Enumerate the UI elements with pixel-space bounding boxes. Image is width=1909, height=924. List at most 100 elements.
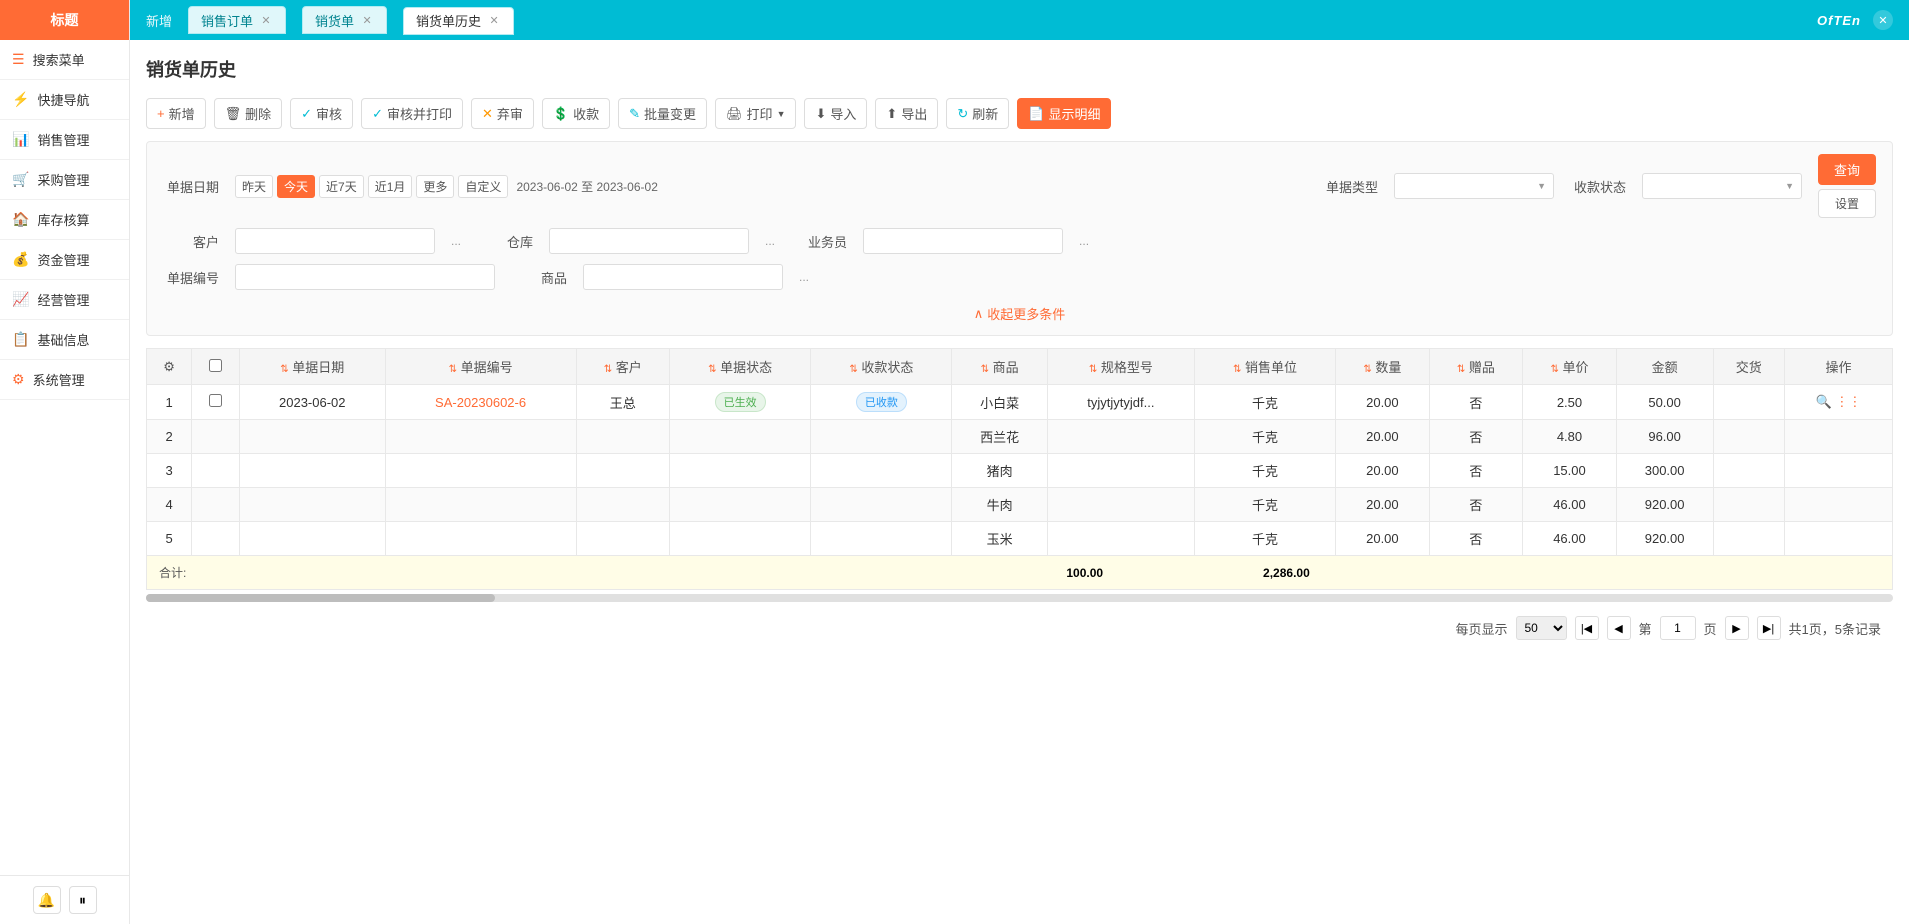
customer-more-icon[interactable]: ... [451,234,461,248]
row-pay-status [811,522,952,556]
top-bar-right: OfTEn ✕ [1817,10,1893,30]
col-order-status[interactable]: ⇅ 单据状态 [670,349,811,385]
ordernum-input[interactable] [235,264,495,290]
warehouse-more-icon[interactable]: ... [765,234,775,248]
select-all-checkbox[interactable] [209,359,222,372]
salesperson-more-icon[interactable]: ... [1079,234,1089,248]
show-detail-button[interactable]: 📄 显示明细 [1017,98,1111,129]
tab-sales-history[interactable]: 销货单历史 ✕ [403,7,514,35]
sidebar-item-operations[interactable]: 📈 经营管理 [0,280,129,320]
sidebar-item-label: 采购管理 [37,170,89,189]
goods-more-icon[interactable]: ... [799,270,809,284]
collect-button[interactable]: 💲 收款 [542,98,610,129]
first-page-btn[interactable]: |◀ [1575,616,1599,640]
query-button[interactable]: 查询 [1818,154,1876,185]
date-range: 2023-06-02 至 2023-06-02 [516,178,657,195]
warehouse-input[interactable] [549,228,749,254]
basic-icon: 📋 [12,331,29,348]
col-pay-status[interactable]: ⇅ 收款状态 [811,349,952,385]
notification-btn[interactable]: 🔔 [33,886,61,914]
tab-sales-goods[interactable]: 销货单 ✕ [302,6,387,34]
col-date[interactable]: ⇅ 单据日期 [239,349,385,385]
salesperson-input[interactable] [863,228,1063,254]
row-date [239,488,385,522]
date-more-btn[interactable]: 更多 [416,175,454,198]
tab-sales-history-label: 销货单历史 [416,11,481,30]
row-customer [576,522,670,556]
import-button[interactable]: ⬇ 导入 [804,98,867,129]
tab-sales-order[interactable]: 销售订单 ✕ [188,6,286,34]
col-customer[interactable]: ⇅ 客户 [576,349,670,385]
filter-row-2: 客户 ... 仓库 ... 业务员 ... [163,228,1876,254]
sidebar-item-quick-nav[interactable]: ⚡ 快捷导航 [0,80,129,120]
collapse-btn[interactable]: ∧ 收起更多条件 [974,304,1066,323]
tab-home[interactable]: 新增 [146,11,172,30]
date-today-btn[interactable]: 今天 [277,175,315,198]
date-custom-btn[interactable]: 自定义 [458,175,508,198]
sidebar-item-basic[interactable]: 📋 基础信息 [0,320,129,360]
col-settings[interactable]: ⚙ [147,349,192,385]
sidebar-item-system[interactable]: ⚙ 系统管理 [0,360,129,400]
sidebar-item-inventory[interactable]: 🏠 库存核算 [0,200,129,240]
table-header: ⚙ ⇅ 单据日期 ⇅ 单据编号 ⇅ 客户 ⇅ 单据状态 ⇅ 收款状态 ⇅ 商品 … [147,349,1893,385]
sidebar-item-search-menu[interactable]: ☰ 搜索菜单 [0,40,129,80]
print-button[interactable]: 🖨 打印 ▼ [715,98,796,129]
table-row: 2西兰花千克20.00否4.8096.00 [147,420,1893,454]
sidebar-item-finance[interactable]: 💰 资金管理 [0,240,129,280]
date-yesterday-btn[interactable]: 昨天 [235,175,273,198]
date-1month-btn[interactable]: 近1月 [368,175,413,198]
sidebar-item-sales[interactable]: 📊 销售管理 [0,120,129,160]
window-close-btn[interactable]: ✕ [1873,10,1893,30]
row-ordernum[interactable]: SA-20230602-6 [385,385,576,420]
new-button[interactable]: + 新增 [146,98,206,129]
purchase-icon: 🛒 [12,171,29,188]
operations-icon: 📈 [12,291,29,308]
col-ordernum[interactable]: ⇅ 单据编号 [385,349,576,385]
sidebar-item-label: 搜索菜单 [33,50,85,69]
page-input[interactable] [1660,616,1696,640]
tab-sales-order-close[interactable]: ✕ [259,13,273,27]
per-page-select[interactable]: 50 100 [1516,616,1567,640]
row-order-status: 已生效 [670,385,811,420]
status-select[interactable] [1642,173,1802,199]
row-action [1785,454,1893,488]
type-select[interactable] [1394,173,1554,199]
last-page-btn[interactable]: ▶| [1757,616,1781,640]
status-filter-label: 收款状态 [1570,177,1626,196]
col-unit[interactable]: ⇅ 销售单位 [1194,349,1335,385]
date-7days-btn[interactable]: 近7天 [319,175,364,198]
next-page-btn[interactable]: ▶ [1725,616,1749,640]
col-goods[interactable]: ⇅ 商品 [952,349,1047,385]
row-gift: 否 [1429,488,1523,522]
view-action[interactable]: 🔍 [1816,394,1832,409]
abandon-button[interactable]: ✕ 弃审 [471,98,534,129]
pause-btn[interactable]: ⏸ [69,886,97,914]
col-gift[interactable]: ⇅ 赠品 [1429,349,1523,385]
row-trade [1713,488,1785,522]
customer-input[interactable] [235,228,435,254]
row-order-status [670,454,811,488]
detail-icon: 📄 [1028,106,1044,122]
refresh-button[interactable]: ↻ 刷新 [946,98,1009,129]
order-link[interactable]: SA-20230602-6 [435,395,526,410]
row-price: 15.00 [1523,454,1617,488]
sidebar-item-purchase[interactable]: 🛒 采购管理 [0,160,129,200]
export-button[interactable]: ⬆ 导出 [875,98,938,129]
audit-print-button[interactable]: ✓ 审核并打印 [361,98,463,129]
row-gift: 否 [1429,385,1523,420]
tab-sales-goods-close[interactable]: ✕ [360,13,374,27]
prev-page-btn[interactable]: ◀ [1607,616,1631,640]
batch-change-button[interactable]: ✎ 批量变更 [618,98,707,129]
table-row: 4牛肉千克20.00否46.00920.00 [147,488,1893,522]
edit-action[interactable]: ⋮⋮ [1835,394,1861,409]
row-checkbox[interactable] [192,385,240,420]
delete-button[interactable]: 🗑 删除 [214,98,283,129]
tab-sales-history-close[interactable]: ✕ [487,14,501,28]
row-num: 2 [147,420,192,454]
col-spec[interactable]: ⇅ 规格型号 [1047,349,1194,385]
col-price[interactable]: ⇅ 单价 [1523,349,1617,385]
col-qty[interactable]: ⇅ 数量 [1336,349,1430,385]
settings-button[interactable]: 设置 [1818,189,1876,218]
audit-button[interactable]: ✓ 审核 [290,98,353,129]
goods-input[interactable] [583,264,783,290]
